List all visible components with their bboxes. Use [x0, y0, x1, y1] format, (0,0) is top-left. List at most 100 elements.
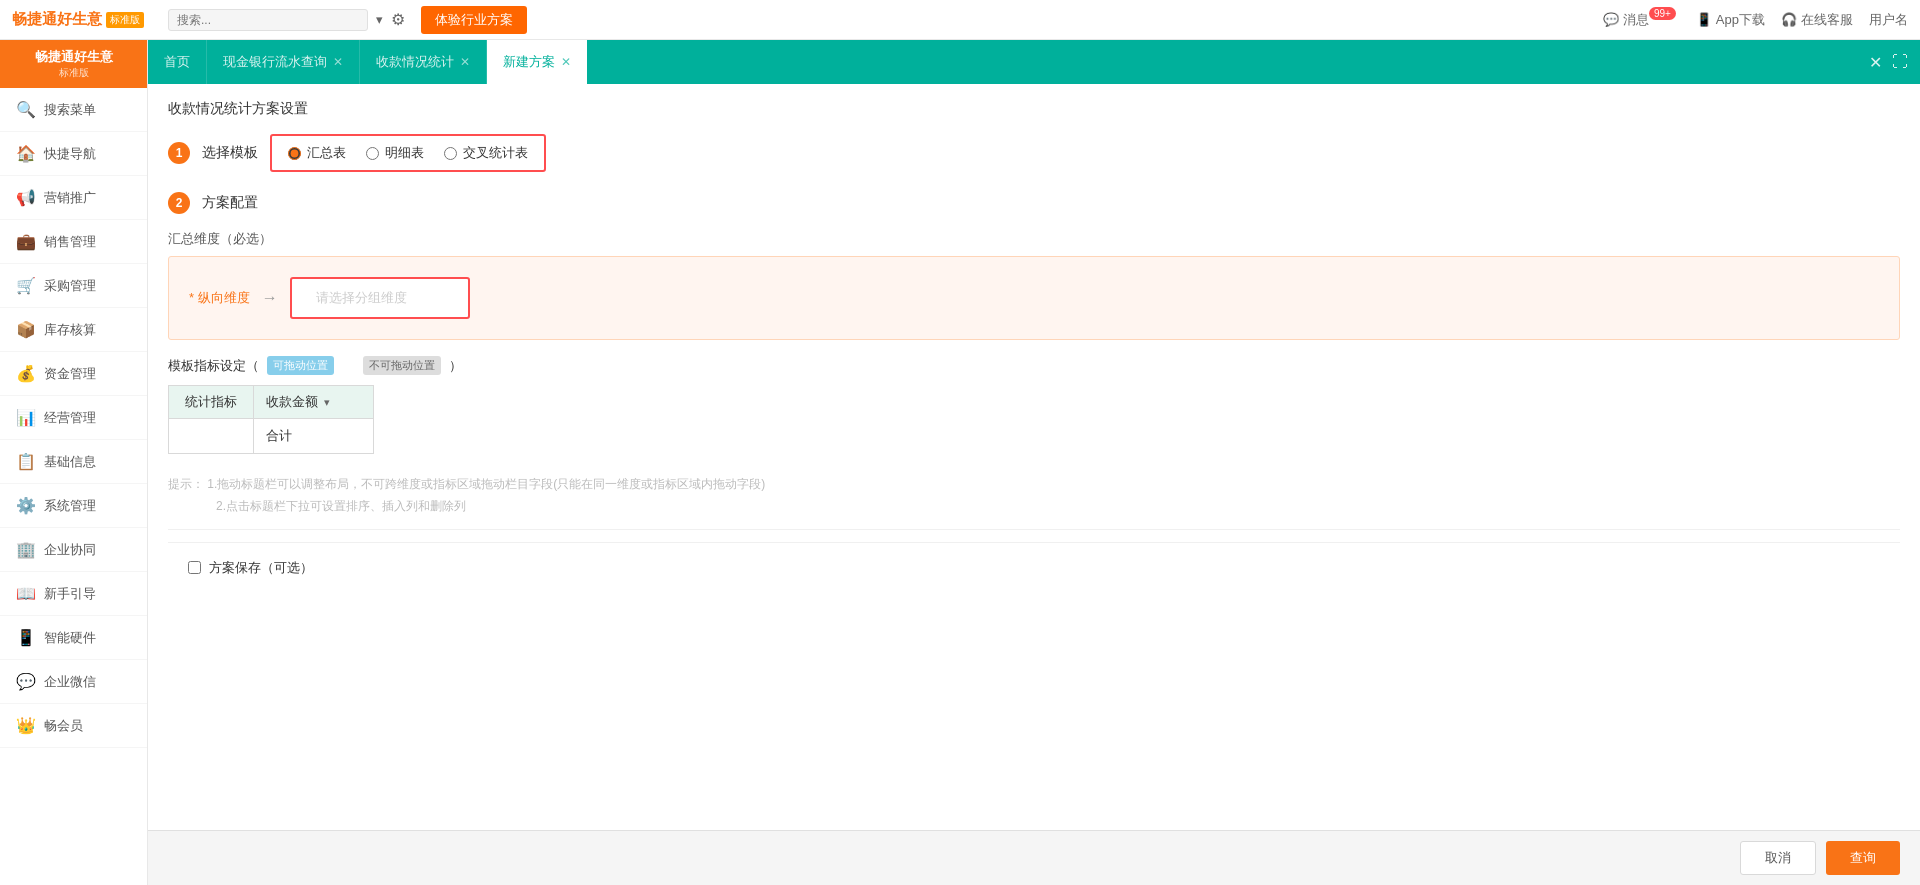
sidebar-item-marketing[interactable]: 📢 营销推广 — [0, 176, 147, 220]
dimension-row: * 纵向维度 → 请选择分组维度 — [189, 277, 1879, 319]
top-bar: 畅捷通好生意 标准版 ▾ ⚙ 体验行业方案 💬 消息 99+ 📱 App下载 🎧… — [0, 0, 1920, 40]
message-icon: 💬 — [1603, 12, 1619, 27]
sidebar-item-system[interactable]: ⚙️ 系统管理 — [0, 484, 147, 528]
radio-detail[interactable]: 明细表 — [366, 144, 424, 162]
step1-row: 1 选择模板 汇总表 明细表 — [168, 134, 1900, 172]
member-icon: 👑 — [16, 716, 36, 735]
radio-detail-input[interactable] — [366, 147, 379, 160]
download-item[interactable]: 📱 App下载 — [1696, 11, 1765, 29]
sidebar-logo-text: 畅捷通好生意 — [35, 48, 113, 66]
sidebar-item-inventory-label: 库存核算 — [44, 321, 96, 339]
finance-icon: 💰 — [16, 364, 36, 383]
home-icon: 🏠 — [16, 144, 36, 163]
management-icon: 📊 — [16, 408, 36, 427]
notification-item[interactable]: 💬 消息 99+ — [1603, 11, 1680, 29]
logo-area: 畅捷通好生意 标准版 — [12, 10, 144, 29]
trial-button[interactable]: 体验行业方案 — [421, 6, 527, 34]
step2-label: 方案配置 — [202, 194, 258, 212]
search-icon: 🔍 — [16, 100, 36, 119]
tab-expand-icon[interactable]: ⛶ — [1892, 53, 1908, 71]
radio-summary-input[interactable] — [288, 147, 301, 160]
sidebar-item-member-label: 畅会员 — [44, 717, 83, 735]
hardware-icon: 📱 — [16, 628, 36, 647]
sidebar-item-system-label: 系统管理 — [44, 497, 96, 515]
radio-detail-label[interactable]: 明细表 — [385, 144, 424, 162]
tab-receivables-close-icon[interactable]: ✕ — [460, 55, 470, 69]
indicator-row-header: 统计指标 — [168, 385, 254, 454]
sidebar-item-wechat-label: 企业微信 — [44, 673, 96, 691]
indicator-column-header[interactable]: 收款金额 ▾ — [254, 386, 373, 419]
sidebar-item-search-label: 搜索菜单 — [44, 101, 96, 119]
page-inner: 收款情况统计方案设置 1 选择模板 汇总表 明细表 — [148, 84, 1920, 830]
dimension-area: * 纵向维度 → 请选择分组维度 — [168, 256, 1900, 340]
sidebar-item-marketing-label: 营销推广 — [44, 189, 96, 207]
tab-new-plan-label: 新建方案 — [503, 53, 555, 71]
content-area: 首页 现金银行流水查询 ✕ 收款情况统计 ✕ 新建方案 ✕ ✕ ⛶ — [148, 40, 1920, 885]
search-input[interactable] — [168, 9, 368, 31]
sidebar-item-inventory[interactable]: 📦 库存核算 — [0, 308, 147, 352]
step1-circle: 1 — [168, 142, 190, 164]
tab-bank-flow[interactable]: 现金银行流水查询 ✕ — [207, 40, 360, 84]
radio-summary[interactable]: 汇总表 — [288, 144, 346, 162]
gear-icon[interactable]: ⚙ — [391, 10, 405, 29]
radio-cross[interactable]: 交叉统计表 — [444, 144, 528, 162]
arrow-icon: → — [262, 289, 278, 307]
tab-receivables-label: 收款情况统计 — [376, 53, 454, 71]
sidebar-item-hardware-label: 智能硬件 — [44, 629, 96, 647]
sidebar: 畅捷通好生意 标准版 🔍 搜索菜单 🏠 快捷导航 📢 营销推广 💼 销售管理 🛒 — [0, 40, 148, 885]
notification-label: 消息 — [1623, 11, 1649, 29]
tab-new-plan-close-icon[interactable]: ✕ — [561, 55, 571, 69]
notification-badge: 99+ — [1649, 7, 1676, 20]
sidebar-item-guide[interactable]: 📖 新手引导 — [0, 572, 147, 616]
user-name: 用户名 — [1869, 11, 1908, 29]
tab-home[interactable]: 首页 — [148, 40, 207, 84]
sidebar-item-sales[interactable]: 💼 销售管理 — [0, 220, 147, 264]
sidebar-item-finance[interactable]: 💰 资金管理 — [0, 352, 147, 396]
user-item[interactable]: 用户名 — [1869, 11, 1908, 29]
sidebar-item-management[interactable]: 📊 经营管理 — [0, 396, 147, 440]
hint-text-2: 2.点击标题栏下拉可设置排序、插入列和删除列 — [168, 496, 466, 518]
sidebar-item-nav[interactable]: 🏠 快捷导航 — [0, 132, 147, 176]
service-label: 在线客服 — [1801, 11, 1853, 29]
radio-cross-label[interactable]: 交叉统计表 — [463, 144, 528, 162]
vertical-dimension-label: * 纵向维度 — [189, 289, 250, 307]
sidebar-item-management-label: 经营管理 — [44, 409, 96, 427]
tab-new-plan[interactable]: 新建方案 ✕ — [487, 40, 587, 84]
sidebar-item-enterprise[interactable]: 🏢 企业协同 — [0, 528, 147, 572]
save-checkbox[interactable] — [188, 561, 201, 574]
sidebar-item-search[interactable]: 🔍 搜索菜单 — [0, 88, 147, 132]
tab-home-label: 首页 — [164, 53, 190, 71]
download-label: App下载 — [1716, 11, 1765, 29]
sidebar-item-wechat[interactable]: 💬 企业微信 — [0, 660, 147, 704]
purchase-icon: 🛒 — [16, 276, 36, 295]
dimension-section-title: 汇总维度（必选） — [168, 231, 272, 246]
tab-bank-flow-label: 现金银行流水查询 — [223, 53, 327, 71]
service-item[interactable]: 🎧 在线客服 — [1781, 11, 1853, 29]
sidebar-item-sales-label: 销售管理 — [44, 233, 96, 251]
sidebar-logo: 畅捷通好生意 标准版 — [0, 40, 147, 88]
sidebar-item-hardware[interactable]: 📱 智能硬件 — [0, 616, 147, 660]
dimension-placeholder[interactable]: 请选择分组维度 — [290, 277, 470, 319]
sidebar-item-finance-label: 资金管理 — [44, 365, 96, 383]
radio-cross-input[interactable] — [444, 147, 457, 160]
tab-receivables[interactable]: 收款情况统计 ✕ — [360, 40, 487, 84]
dropdown-arrow-icon[interactable]: ▾ — [376, 12, 383, 27]
column-dropdown-icon[interactable]: ▾ — [324, 396, 330, 409]
query-button[interactable]: 查询 — [1826, 841, 1900, 875]
tab-close-all-icon[interactable]: ✕ — [1869, 53, 1882, 72]
save-label[interactable]: 方案保存（可选） — [209, 559, 313, 577]
indicator-category-label: 统计指标 — [185, 394, 237, 409]
sidebar-item-purchase[interactable]: 🛒 采购管理 — [0, 264, 147, 308]
sidebar-item-member[interactable]: 👑 畅会员 — [0, 704, 147, 748]
step2-section: 2 方案配置 汇总维度（必选） * 纵向维度 → — [168, 192, 1900, 517]
footer-actions: 取消 查询 — [148, 830, 1920, 885]
sidebar-logo-sub: 标准版 — [59, 66, 89, 80]
page-content: 收款情况统计方案设置 1 选择模板 汇总表 明细表 — [148, 84, 1920, 830]
indicator-title-text: 模板指标设定（ — [168, 357, 259, 375]
sidebar-item-basic-info[interactable]: 📋 基础信息 — [0, 440, 147, 484]
cancel-button[interactable]: 取消 — [1740, 841, 1816, 875]
indicator-title-row: 模板指标设定（ 可拖动位置 不可拖动位置 ） — [168, 356, 1900, 375]
radio-summary-label[interactable]: 汇总表 — [307, 144, 346, 162]
tab-bank-flow-close-icon[interactable]: ✕ — [333, 55, 343, 69]
indicator-column-subtotal: 合计 — [266, 428, 292, 443]
